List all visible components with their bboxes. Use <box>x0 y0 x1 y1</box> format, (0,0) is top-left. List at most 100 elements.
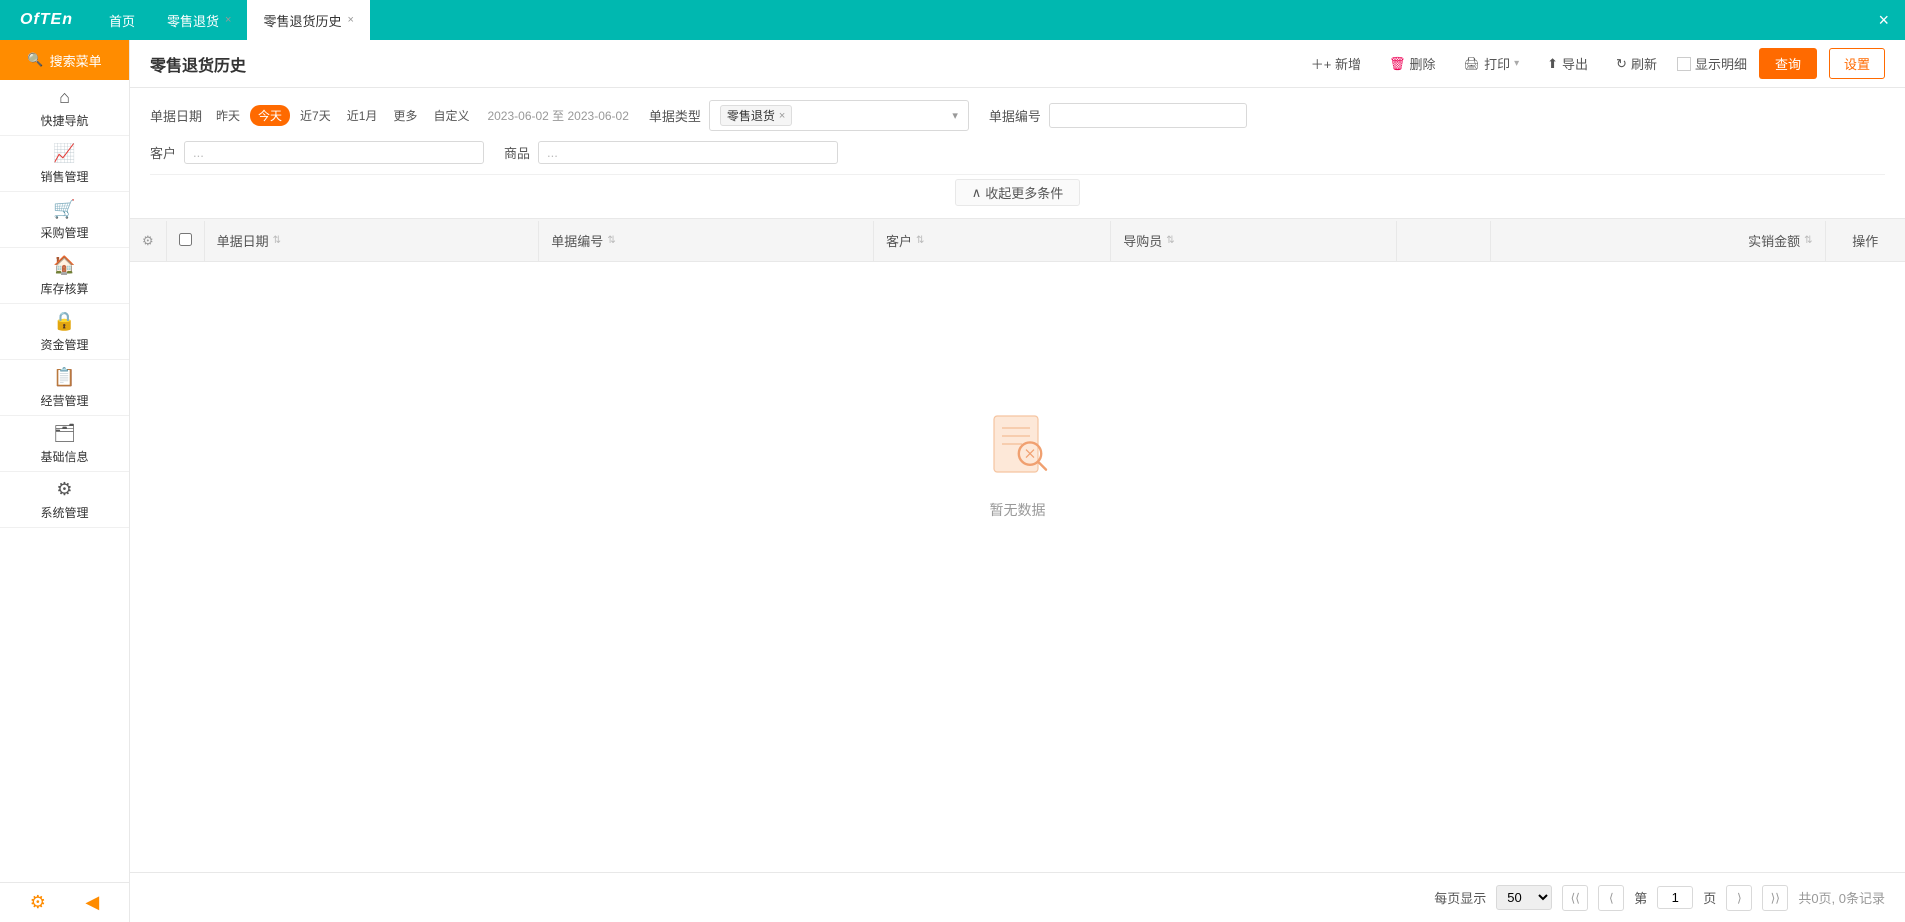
table-header: ⚙ 单据日期 ⇅ 单据编号 <box>130 221 1905 261</box>
today-btn[interactable]: 今天 <box>250 105 290 126</box>
delete-icon: 🗑 <box>1389 56 1406 72</box>
voucher-date-label: 单据日期 <box>150 106 202 125</box>
more-conditions-row: ∧ 收起更多条件 <box>150 174 1885 210</box>
collapse-conditions-btn[interactable]: ∧ 收起更多条件 <box>955 179 1081 206</box>
custom-btn[interactable]: 自定义 <box>427 105 475 126</box>
data-table: ⚙ 单据日期 ⇅ 单据编号 <box>130 221 1905 662</box>
operations-icon: 📋 <box>53 367 75 388</box>
quick-nav-icon: ⌂ <box>59 87 70 108</box>
yesterday-btn[interactable]: 昨天 <box>210 105 246 126</box>
search-icon: 🔍 <box>27 52 43 68</box>
delete-button[interactable]: 🗑 删除 <box>1381 50 1444 77</box>
page-title: 零售退货历史 <box>150 52 246 76</box>
finance-icon: 🔒 <box>53 311 75 332</box>
main-layout: 🔍 搜索菜单 ⌂ 快捷导航 📈 销售管理 🛒 采购管理 🏠 库存核算 🔒 <box>0 40 1905 922</box>
filter-customer: 客户 ... <box>150 141 484 164</box>
sidebar-search[interactable]: 🔍 搜索菜单 <box>0 40 129 80</box>
page-header: 零售退货历史 ＋ + 新增 🗑 删除 🖨 打印 ▾ ⬆ 导出 <box>130 40 1905 88</box>
sidebar-item-inventory[interactable]: 🏠 库存核算 <box>0 248 129 304</box>
sidebar-item-system[interactable]: ⚙ 系统管理 <box>0 472 129 528</box>
tab-close-retail-return-history[interactable]: × <box>347 14 353 26</box>
tab-retail-return[interactable]: 零售退货 × <box>151 0 247 40</box>
last7days-btn[interactable]: 近7天 <box>294 105 337 126</box>
table-area: ⚙ 单据日期 ⇅ 单据编号 <box>130 221 1905 872</box>
table-body: 暂无数据 <box>130 261 1905 662</box>
sidebar-item-purchase[interactable]: 🛒 采购管理 <box>0 192 129 248</box>
amount-sort-icon[interactable]: ⇅ <box>1804 235 1812 246</box>
collapse-icon: ∧ <box>972 185 982 201</box>
empty-text: 暂无数据 <box>990 500 1046 520</box>
column-settings-icon[interactable]: ⚙ <box>142 233 154 248</box>
show-detail-checkbox[interactable] <box>1677 57 1691 71</box>
export-icon: ⬆ <box>1547 56 1558 72</box>
voucher-type-tag-close[interactable]: × <box>779 110 785 122</box>
date-shortcuts: 昨天 今天 近7天 近1月 更多 自定义 <box>210 105 475 126</box>
filter-area: 单据日期 昨天 今天 近7天 近1月 更多 自定义 2023-06-02 至 2… <box>130 88 1905 219</box>
no-sort-icon[interactable]: ⇅ <box>607 235 615 246</box>
voucher-type-dropdown-icon: ▾ <box>952 109 958 122</box>
print-icon: 🖨 <box>1464 56 1481 72</box>
filter-voucher-no: 单据编号 <box>989 103 1247 128</box>
more-btn[interactable]: 更多 <box>387 105 423 126</box>
plus-icon: ＋ <box>1311 54 1324 73</box>
show-detail-toggle[interactable]: 显示明细 <box>1677 54 1747 73</box>
th-spacer <box>1397 221 1491 261</box>
window-close-button[interactable]: × <box>1878 10 1889 31</box>
tab-home[interactable]: 首页 <box>93 0 151 40</box>
th-date: 单据日期 ⇅ <box>204 221 539 261</box>
page-size-label: 每页显示 <box>1434 888 1486 907</box>
guide-sort-icon[interactable]: ⇅ <box>1166 235 1174 246</box>
first-page-btn[interactable]: ⟨⟨ <box>1562 885 1588 911</box>
sidebar-item-base-info[interactable]: 🗂 基础信息 <box>0 416 129 472</box>
empty-state-row: 暂无数据 <box>130 261 1905 662</box>
inventory-icon: 🏠 <box>53 255 75 276</box>
settings-button[interactable]: 设置 <box>1829 48 1885 79</box>
sidebar-bottom: ⚙ ◀ <box>0 882 129 922</box>
export-button[interactable]: ⬆ 导出 <box>1539 50 1596 77</box>
voucher-no-input[interactable] <box>1049 103 1247 128</box>
th-ops: 操作 <box>1825 221 1905 261</box>
sidebar-item-operations[interactable]: 📋 经营管理 <box>0 360 129 416</box>
filter-voucher-date: 单据日期 昨天 今天 近7天 近1月 更多 自定义 2023-06-02 至 2… <box>150 105 629 126</box>
current-page-input[interactable] <box>1657 886 1693 909</box>
goods-label: 商品 <box>504 143 530 162</box>
base-info-icon: 🗂 <box>53 423 76 444</box>
customer-sort-icon[interactable]: ⇅ <box>916 235 924 246</box>
voucher-type-label: 单据类型 <box>649 106 701 125</box>
new-button[interactable]: ＋ + 新增 <box>1303 50 1369 77</box>
tab-bar: 首页 零售退货 × 零售退货历史 × <box>93 0 1858 40</box>
print-button[interactable]: 🖨 打印 ▾ <box>1456 50 1528 77</box>
collapse-sidebar-icon[interactable]: ◀ <box>85 892 99 913</box>
print-dropdown-icon[interactable]: ▾ <box>1514 58 1519 69</box>
refresh-button[interactable]: ↻ 刷新 <box>1608 50 1665 77</box>
select-all-checkbox[interactable] <box>179 233 192 246</box>
goods-input[interactable]: ... <box>538 141 838 164</box>
query-button[interactable]: 查询 <box>1759 48 1817 79</box>
next-page-btn[interactable]: ⟩ <box>1726 885 1752 911</box>
sidebar-item-quick-nav[interactable]: ⌂ 快捷导航 <box>0 80 129 136</box>
sidebar: 🔍 搜索菜单 ⌂ 快捷导航 📈 销售管理 🛒 采购管理 🏠 库存核算 🔒 <box>0 40 130 922</box>
date-sort-icon[interactable]: ⇅ <box>273 235 281 246</box>
last1month-btn[interactable]: 近1月 <box>341 105 384 126</box>
th-guide: 导购员 ⇅ <box>1111 221 1397 261</box>
tab-retail-return-history[interactable]: 零售退货历史 × <box>247 0 369 40</box>
filter-row-2: 客户 ... 商品 ... <box>150 141 1885 164</box>
refresh-icon: ↻ <box>1616 56 1627 72</box>
sidebar-item-sales[interactable]: 📈 销售管理 <box>0 136 129 192</box>
customer-input[interactable]: ... <box>184 141 484 164</box>
page-label-pre: 第 <box>1634 888 1647 907</box>
page-label: 页 <box>1703 888 1716 907</box>
last-page-btn[interactable]: ⟩⟩ <box>1762 885 1788 911</box>
sidebar-item-finance[interactable]: 🔒 资金管理 <box>0 304 129 360</box>
empty-state: 暂无数据 <box>130 262 1905 662</box>
voucher-type-select[interactable]: 零售退货 × ▾ <box>709 100 969 131</box>
voucher-type-tag: 零售退货 × <box>720 105 792 126</box>
page-size-select[interactable]: 20 50 100 <box>1496 885 1552 910</box>
empty-state-icon <box>978 404 1058 484</box>
filter-row-1: 单据日期 昨天 今天 近7天 近1月 更多 自定义 2023-06-02 至 2… <box>150 100 1885 131</box>
customer-label: 客户 <box>150 143 176 162</box>
purchase-icon: 🛒 <box>53 199 75 220</box>
settings-gear-icon[interactable]: ⚙ <box>30 892 46 913</box>
tab-close-retail-return[interactable]: × <box>225 14 231 26</box>
prev-page-btn[interactable]: ⟨ <box>1598 885 1624 911</box>
